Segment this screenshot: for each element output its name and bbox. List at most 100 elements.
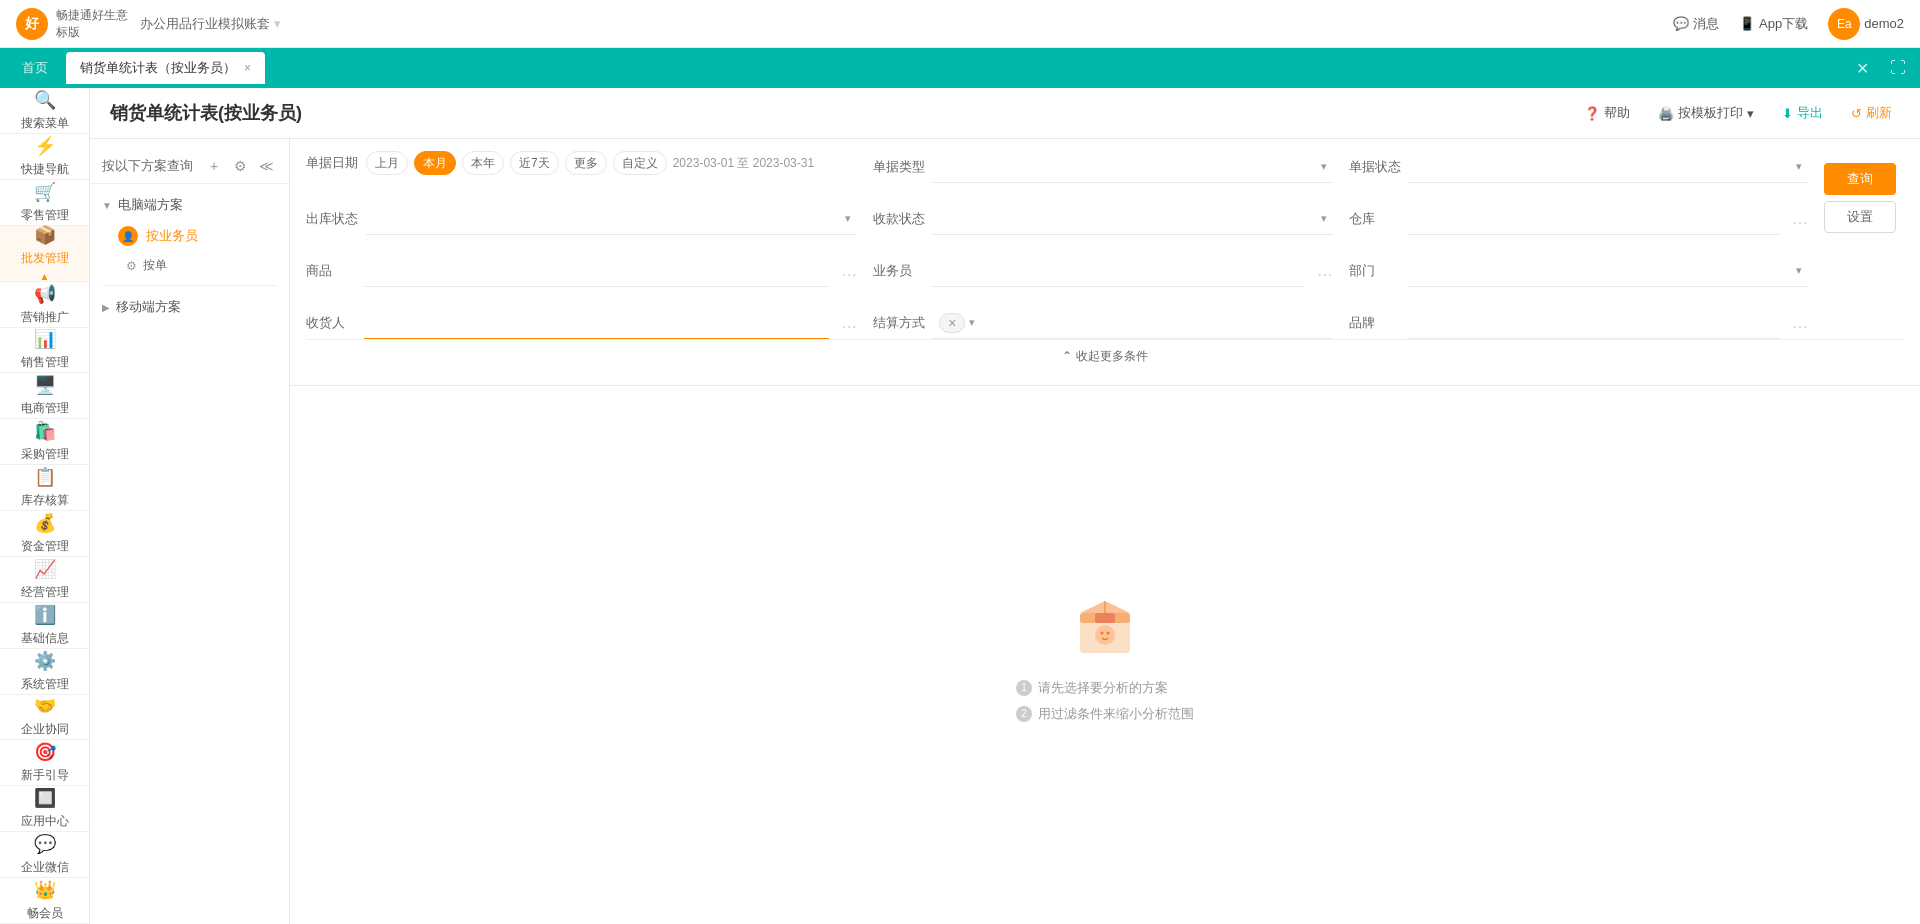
- filter-main-row: 单据日期 上月 本月 本年 近7天 更多 自定义: [306, 151, 1904, 339]
- scheme-item-by-salesperson[interactable]: 👤 按业务员: [90, 220, 289, 252]
- filter-area: 单据日期 上月 本月 本年 近7天 更多 自定义: [290, 139, 1920, 924]
- brand-input[interactable]: [1407, 307, 1780, 339]
- scheme-group-mobile-header[interactable]: ▶ 移动端方案: [90, 292, 289, 322]
- ecommerce-icon: 🖥️: [34, 374, 56, 396]
- sidebar-item-inventory[interactable]: 📋 库存核算: [0, 465, 89, 511]
- message-icon: 💬: [1673, 16, 1689, 31]
- warehouse-input[interactable]: [1407, 203, 1780, 235]
- sidebar-item-purchase[interactable]: 🛍️ 采购管理: [0, 419, 89, 465]
- svg-rect-2: [1095, 613, 1115, 623]
- scheme-collapse-button[interactable]: ≪: [255, 155, 277, 177]
- filter-field-warehouse: 仓库 …: [1349, 203, 1808, 235]
- refresh-button[interactable]: ↺ 刷新: [1843, 100, 1900, 126]
- brand-dots-icon[interactable]: …: [1792, 314, 1808, 332]
- page-actions: ❓ 帮助 🖨️ 按模板打印 ▾ ⬇ 导出 ↺ 刷新: [1576, 100, 1900, 126]
- query-buttons-area: 查询 设置: [1816, 151, 1904, 339]
- quick-nav-icon: ⚡: [34, 135, 56, 157]
- tab-close-button[interactable]: ×: [244, 62, 251, 74]
- consignee-dots-icon[interactable]: …: [841, 314, 857, 332]
- department-arrow-icon: ▾: [1796, 264, 1802, 277]
- scheme-add-button[interactable]: +: [203, 155, 225, 177]
- sidebar-item-appstore[interactable]: 🔲 应用中心: [0, 786, 89, 832]
- sidebar-item-retail[interactable]: 🛒 零售管理: [0, 180, 89, 226]
- help-button[interactable]: ❓ 帮助: [1576, 100, 1638, 126]
- stock-status-select[interactable]: ▾: [366, 203, 857, 235]
- department-select[interactable]: ▾: [1407, 255, 1808, 287]
- group-arrow-icon: ▼: [102, 200, 112, 211]
- sidebar-item-operations[interactable]: 📈 经营管理: [0, 557, 89, 603]
- warehouse-dots-icon[interactable]: …: [1792, 210, 1808, 228]
- sidebar: 🔍 搜索菜单 ⚡ 快捷导航 🛒 零售管理 📦 批发管理 ▲ 📢 营销推广 �: [0, 88, 90, 924]
- group-mobile-arrow-icon: ▶: [102, 302, 110, 313]
- sidebar-item-ecommerce[interactable]: 🖥️ 电商管理: [0, 373, 89, 419]
- page-title: 销货单统计表(按业务员): [110, 101, 302, 125]
- salesperson-input[interactable]: [931, 255, 1304, 287]
- date-btn-more[interactable]: 更多: [565, 151, 607, 175]
- date-btn-this-month[interactable]: 本月: [414, 151, 456, 175]
- consignee-input[interactable]: [364, 307, 829, 339]
- collapse-more-conditions-button[interactable]: ⌃ 收起更多条件: [306, 339, 1904, 373]
- date-btn-last-month[interactable]: 上月: [366, 151, 408, 175]
- print-button[interactable]: 🖨️ 按模板打印 ▾: [1650, 100, 1762, 126]
- salesperson-label: 业务员: [873, 262, 923, 280]
- filter-row-3: 商品 … 业务员 …: [306, 255, 1808, 287]
- tab-sales-stats[interactable]: 销货单统计表（按业务员） ×: [66, 52, 265, 84]
- sidebar-item-newbie[interactable]: 🎯 新手引导: [0, 740, 89, 786]
- search-icon: 🔍: [34, 89, 56, 111]
- empty-tips: 1 请先选择要分析的方案 2 用过滤条件来缩小分析范围: [1016, 675, 1194, 727]
- payment-status-select[interactable]: ▾: [933, 203, 1332, 235]
- retail-icon: 🛒: [34, 181, 56, 203]
- sidebar-item-wechat[interactable]: 💬 企业微信: [0, 832, 89, 878]
- sidebar-item-sales[interactable]: 📊 销售管理: [0, 328, 89, 374]
- date-btn-custom[interactable]: 自定义: [613, 151, 667, 175]
- date-btn-7days[interactable]: 近7天: [510, 151, 559, 175]
- sidebar-item-quick-nav[interactable]: ⚡ 快捷导航: [0, 134, 89, 180]
- message-button[interactable]: 💬 消息: [1673, 15, 1719, 33]
- date-filter-row: 上月 本月 本年 近7天 更多 自定义 2023-03-01 至 2023-03…: [366, 151, 857, 175]
- doc-status-arrow-icon: ▾: [1796, 160, 1802, 173]
- tab-close-window-button[interactable]: ✕: [1848, 54, 1876, 82]
- filter-field-consignee: 收货人 …: [306, 307, 857, 339]
- filter-field-doc-type: 单据类型 ▾: [873, 151, 1332, 183]
- payment-method-tag: ×: [939, 313, 965, 333]
- inventory-icon: 📋: [34, 466, 56, 488]
- svg-point-5: [1095, 625, 1115, 645]
- settings-button[interactable]: 设置: [1824, 201, 1896, 233]
- sidebar-item-search[interactable]: 🔍 搜索菜单: [0, 88, 89, 134]
- product-input[interactable]: [364, 255, 829, 287]
- page-header: 销货单统计表(按业务员) ❓ 帮助 🖨️ 按模板打印 ▾ ⬇ 导出: [90, 88, 1920, 139]
- sidebar-item-cooperation[interactable]: 🤝 企业协同: [0, 695, 89, 741]
- finance-icon: 💰: [34, 512, 56, 534]
- doc-type-arrow-icon: ▾: [1321, 160, 1327, 173]
- svg-point-7: [1107, 632, 1110, 635]
- scheme-group-desktop-header[interactable]: ▼ 电脑端方案: [90, 190, 289, 220]
- sidebar-item-finance[interactable]: 💰 资金管理: [0, 511, 89, 557]
- department-label: 部门: [1349, 262, 1399, 280]
- app-download-button[interactable]: 📱 App下载: [1739, 15, 1808, 33]
- user-profile[interactable]: Ea demo2: [1828, 8, 1904, 40]
- payment-method-area: × ▾: [933, 307, 1332, 339]
- sidebar-item-marketing[interactable]: 📢 营销推广: [0, 282, 89, 328]
- tip-item-1: 1 请先选择要分析的方案: [1016, 675, 1194, 701]
- marketing-icon: 📢: [34, 283, 56, 305]
- breadcrumb-separator: ▾: [274, 16, 281, 31]
- sales-icon: 📊: [34, 328, 56, 350]
- product-dots-icon[interactable]: …: [841, 262, 857, 280]
- doc-status-select[interactable]: ▾: [1409, 151, 1808, 183]
- scheme-settings-button[interactable]: ⚙: [229, 155, 251, 177]
- sidebar-item-wholesale[interactable]: 📦 批发管理 ▲: [0, 226, 89, 282]
- salesperson-dots-icon[interactable]: …: [1317, 262, 1333, 280]
- tab-maximize-button[interactable]: ⛶: [1884, 54, 1912, 82]
- tip-number-2: 2: [1016, 706, 1032, 722]
- sidebar-item-basic[interactable]: ℹ️ 基础信息: [0, 603, 89, 649]
- date-btn-this-year[interactable]: 本年: [462, 151, 504, 175]
- scheme-item-by-order[interactable]: ⚙ 按单: [90, 252, 289, 279]
- sidebar-item-system[interactable]: ⚙️ 系统管理: [0, 649, 89, 695]
- tab-home[interactable]: 首页: [8, 52, 62, 84]
- export-button[interactable]: ⬇ 导出: [1774, 100, 1831, 126]
- sidebar-item-member[interactable]: 👑 畅会员: [0, 878, 89, 924]
- query-button[interactable]: 查询: [1824, 163, 1896, 195]
- scheme-item-icon: 👤: [118, 226, 138, 246]
- doc-type-select[interactable]: ▾: [933, 151, 1332, 183]
- tag-close-icon[interactable]: ×: [948, 316, 956, 330]
